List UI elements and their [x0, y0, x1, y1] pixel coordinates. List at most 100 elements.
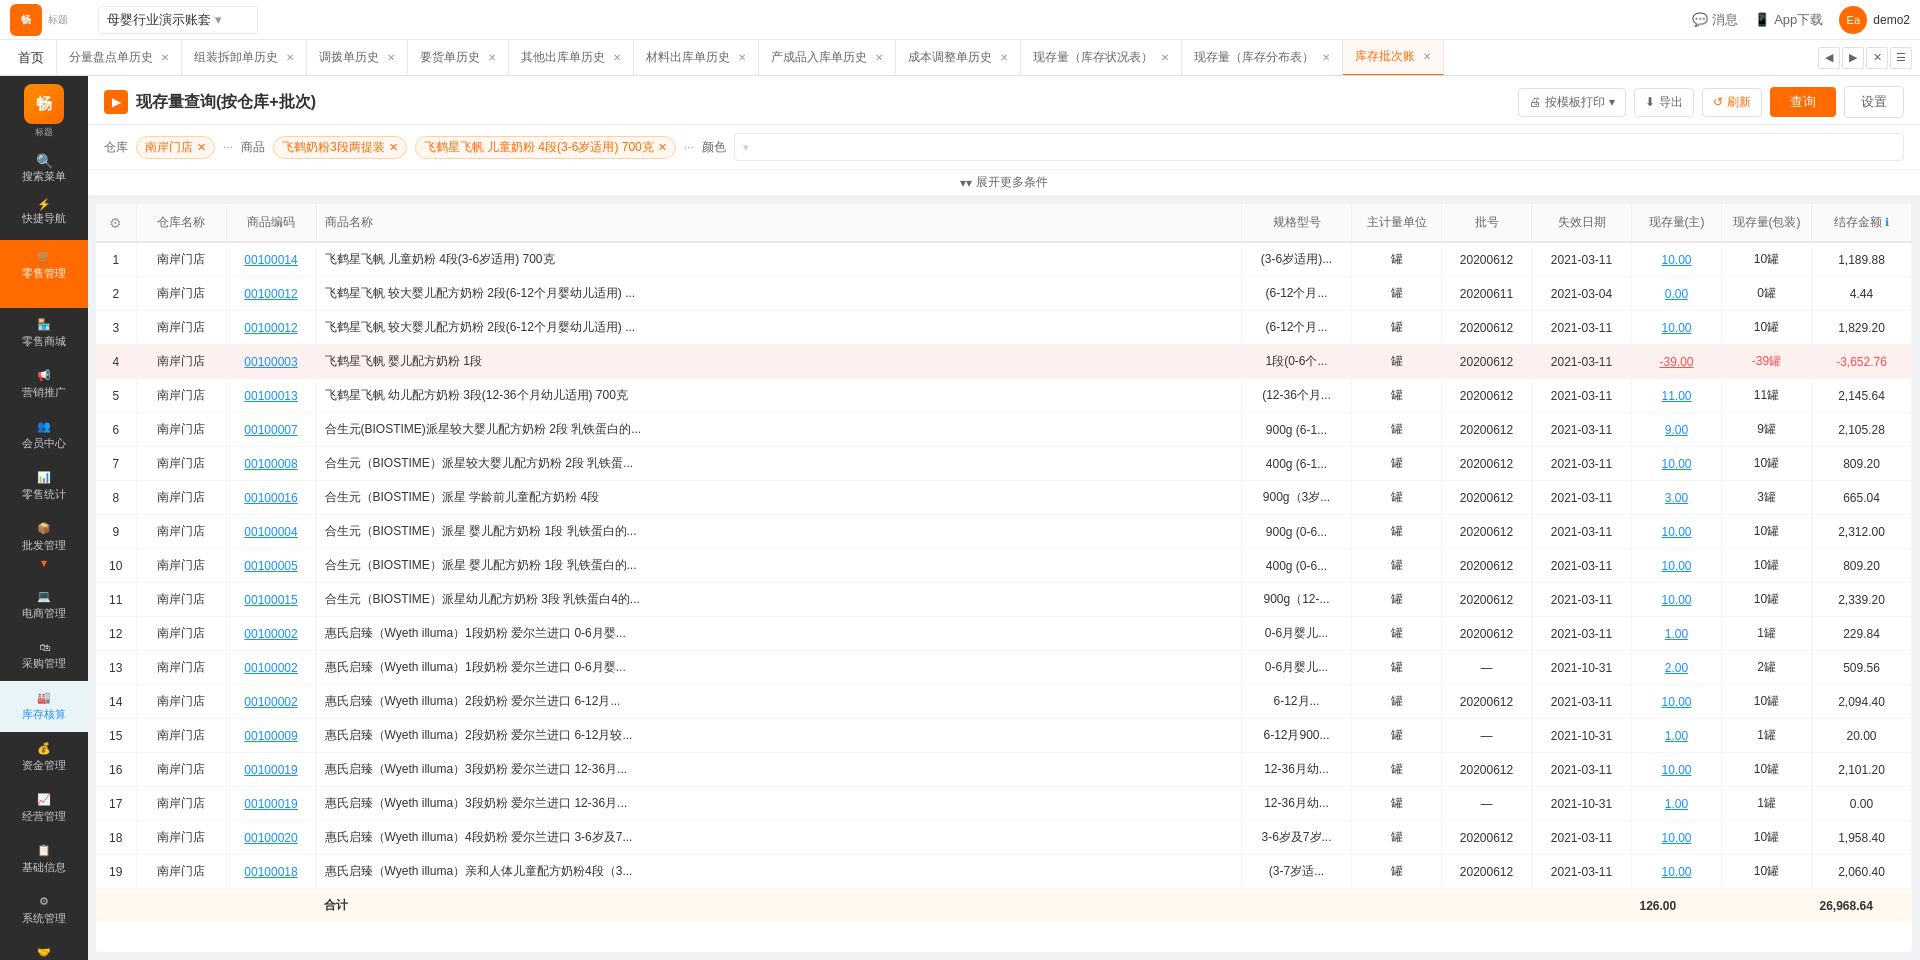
tab-3[interactable]: 要货单历史 ✕ — [408, 40, 509, 76]
cell-name[interactable]: 惠氏启臻（Wyeth illuma）3段奶粉 爱尔兰进口 12-36月... — [316, 787, 1242, 821]
expand-more-conditions-btn[interactable]: ▾▾ 展开更多条件 — [960, 174, 1048, 191]
sidebar-item-member[interactable]: 👥 会员中心 — [0, 410, 88, 461]
quick-nav-btn[interactable]: ⚡ 快捷导航 — [22, 192, 66, 232]
sidebar-item-retail-mall[interactable]: 🏪 零售商城 — [0, 308, 88, 359]
cell-stock-main[interactable]: -39.00 — [1632, 345, 1722, 379]
cell-code[interactable]: 00100012 — [226, 277, 316, 311]
tab-prev-btn[interactable]: ◀ — [1818, 47, 1840, 69]
cell-name[interactable]: 飞鹤星飞帆 幼儿配方奶粉 3段(12-36个月幼儿适用) 700克 — [316, 379, 1242, 413]
tab-4[interactable]: 其他出库单历史 ✕ — [509, 40, 634, 76]
refresh-btn[interactable]: ↺ 刷新 — [1702, 88, 1762, 117]
cell-stock-main[interactable]: 10.00 — [1632, 821, 1722, 855]
warehouse-filter-tag[interactable]: 南岸门店 ✕ — [136, 136, 215, 159]
tab-7-close[interactable]: ✕ — [1000, 52, 1008, 63]
table-row[interactable]: 12南岸门店00100002惠氏启臻（Wyeth illuma）1段奶粉 爱尔兰… — [96, 617, 1912, 651]
tab-5[interactable]: 材料出库单历史 ✕ — [634, 40, 759, 76]
sidebar-item-retail-stat[interactable]: 📊 零售统计 — [0, 461, 88, 512]
tab-9[interactable]: 现存量（库存分布表） ✕ — [1182, 40, 1343, 76]
expand-sidebar-btn[interactable]: ▶ — [104, 90, 128, 114]
sidebar-item-system[interactable]: ⚙ 系统管理 — [0, 885, 88, 936]
tab-2[interactable]: 调拨单历史 ✕ — [307, 40, 408, 76]
tab-10[interactable]: 库存批次账 ✕ — [1343, 40, 1444, 76]
setting-btn[interactable]: 设置 — [1844, 86, 1904, 118]
cell-stock-main[interactable]: 1.00 — [1632, 787, 1722, 821]
table-row[interactable]: 11南岸门店00100015合生元（BIOSTIME）派星幼儿配方奶粉 3段 乳… — [96, 583, 1912, 617]
cell-code[interactable]: 00100007 — [226, 413, 316, 447]
cell-stock-main[interactable]: 11.00 — [1632, 379, 1722, 413]
goods-tag-0-close[interactable]: ✕ — [389, 141, 398, 154]
tab-close-btn[interactable]: ✕ — [1866, 47, 1888, 69]
cell-stock-main[interactable]: 10.00 — [1632, 685, 1722, 719]
cell-stock-main[interactable]: 10.00 — [1632, 583, 1722, 617]
cell-code[interactable]: 00100009 — [226, 719, 316, 753]
cell-stock-main[interactable]: 10.00 — [1632, 753, 1722, 787]
cell-name[interactable]: 惠氏启臻（Wyeth illuma）2段奶粉 爱尔兰进口 6-12月较... — [316, 719, 1242, 753]
table-row[interactable]: 15南岸门店00100009惠氏启臻（Wyeth illuma）2段奶粉 爱尔兰… — [96, 719, 1912, 753]
table-row[interactable]: 13南岸门店00100002惠氏启臻（Wyeth illuma）1段奶粉 爱尔兰… — [96, 651, 1912, 685]
user-area[interactable]: Ea demo2 — [1839, 6, 1910, 34]
cell-name[interactable]: 合生元（BIOSTIME）派星较大婴儿配方奶粉 2段 乳铁蛋... — [316, 447, 1242, 481]
cell-name[interactable]: 合生元（BIOSTIME）派星幼儿配方奶粉 3段 乳铁蛋白4的... — [316, 583, 1242, 617]
company-select[interactable]: 母婴行业演示账套 ▾ — [98, 6, 258, 34]
table-row[interactable]: 9南岸门店00100004合生元（BIOSTIME）派星 婴儿配方奶粉 1段 乳… — [96, 515, 1912, 549]
cell-code[interactable]: 00100015 — [226, 583, 316, 617]
table-row[interactable]: 6南岸门店00100007合生元(BIOSTIME)派星较大婴儿配方奶粉 2段 … — [96, 413, 1912, 447]
table-row[interactable]: 3南岸门店00100012飞鹤星飞帆 较大婴儿配方奶粉 2段(6-12个月婴幼儿… — [96, 311, 1912, 345]
tab-0[interactable]: 分量盘点单历史 ✕ — [57, 40, 182, 76]
cell-name[interactable]: 合生元(BIOSTIME)派星较大婴儿配方奶粉 2段 乳铁蛋白的... — [316, 413, 1242, 447]
sidebar-item-collab[interactable]: 🤝 企业协同 — [0, 936, 88, 960]
cell-name[interactable]: 惠氏启臻（Wyeth illuma）1段奶粉 爱尔兰进口 0-6月婴... — [316, 617, 1242, 651]
goods-filter-tag-0[interactable]: 飞鹤奶粉3段两提装 ✕ — [273, 136, 407, 159]
cell-stock-main[interactable]: 1.00 — [1632, 719, 1722, 753]
cell-code[interactable]: 00100004 — [226, 515, 316, 549]
tab-1-close[interactable]: ✕ — [286, 52, 294, 63]
cell-code[interactable]: 00100016 — [226, 481, 316, 515]
query-btn[interactable]: 查询 — [1770, 87, 1836, 117]
cell-stock-main[interactable]: 10.00 — [1632, 447, 1722, 481]
table-row[interactable]: 8南岸门店00100016合生元（BIOSTIME）派星 学龄前儿童配方奶粉 4… — [96, 481, 1912, 515]
cell-code[interactable]: 00100005 — [226, 549, 316, 583]
cell-name[interactable]: 惠氏启臻（Wyeth illuma）1段奶粉 爱尔兰进口 0-6月婴... — [316, 651, 1242, 685]
tab-0-close[interactable]: ✕ — [161, 52, 169, 63]
cell-code[interactable]: 00100020 — [226, 821, 316, 855]
cell-stock-main[interactable]: 3.00 — [1632, 481, 1722, 515]
cell-name[interactable]: 惠氏启臻（Wyeth illuma）4段奶粉 爱尔兰进口 3-6岁及7... — [316, 821, 1242, 855]
warehouse-tag-close[interactable]: ✕ — [197, 141, 206, 154]
cell-code[interactable]: 00100018 — [226, 855, 316, 889]
table-row[interactable]: 5南岸门店00100013飞鹤星飞帆 幼儿配方奶粉 3段(12-36个月幼儿适用… — [96, 379, 1912, 413]
cell-code[interactable]: 00100019 — [226, 787, 316, 821]
cell-code[interactable]: 00100003 — [226, 345, 316, 379]
tab-next-btn[interactable]: ▶ — [1842, 47, 1864, 69]
tab-menu-btn[interactable]: ☰ — [1890, 47, 1912, 69]
sidebar-item-marketing[interactable]: 📢 营销推广 — [0, 359, 88, 410]
cell-code[interactable]: 00100012 — [226, 311, 316, 345]
cell-code[interactable]: 00100019 — [226, 753, 316, 787]
goods-filter-tag-1[interactable]: 飞鹤星飞帆 儿童奶粉 4段(3-6岁适用) 700克 ✕ — [415, 136, 676, 159]
tab-8-close[interactable]: ✕ — [1161, 52, 1169, 63]
search-menu-btn[interactable]: 🔍 搜索菜单 — [22, 147, 66, 190]
cell-name[interactable]: 合生元（BIOSTIME）派星 学龄前儿童配方奶粉 4段 — [316, 481, 1242, 515]
warehouse-filter-more[interactable]: ··· — [223, 140, 233, 154]
cell-stock-main[interactable]: 10.00 — [1632, 549, 1722, 583]
sidebar-item-ecommerce[interactable]: 💻 电商管理 — [0, 580, 88, 631]
cell-stock-main[interactable]: 1.00 — [1632, 617, 1722, 651]
cell-name[interactable]: 惠氏启臻（Wyeth illuma）2段奶粉 爱尔兰进口 6-12月... — [316, 685, 1242, 719]
table-row[interactable]: 4南岸门店00100003飞鹤星飞帆 婴儿配方奶粉 1段1段(0-6个...罐2… — [96, 345, 1912, 379]
cell-stock-main[interactable]: 0.00 — [1632, 277, 1722, 311]
table-row[interactable]: 7南岸门店00100008合生元（BIOSTIME）派星较大婴儿配方奶粉 2段 … — [96, 447, 1912, 481]
tab-9-close[interactable]: ✕ — [1322, 52, 1330, 63]
cell-stock-main[interactable]: 9.00 — [1632, 413, 1722, 447]
cell-stock-main[interactable]: 10.00 — [1632, 855, 1722, 889]
sidebar-item-purchase[interactable]: 🛍 采购管理 — [0, 631, 88, 681]
color-filter-input[interactable]: ▾ — [734, 133, 1904, 161]
cell-stock-main[interactable]: 10.00 — [1632, 515, 1722, 549]
tab-7[interactable]: 成本调整单历史 ✕ — [896, 40, 1021, 76]
cell-stock-main[interactable]: 2.00 — [1632, 651, 1722, 685]
cell-name[interactable]: 惠氏启臻（Wyeth illuma）亲和人体儿童配方奶粉4段（3... — [316, 855, 1242, 889]
tab-8[interactable]: 现存量（库存状况表） ✕ — [1021, 40, 1182, 76]
table-row[interactable]: 10南岸门店00100005合生元（BIOSTIME）派星 婴儿配方奶粉 1段 … — [96, 549, 1912, 583]
tab-6-close[interactable]: ✕ — [875, 52, 883, 63]
sidebar-item-retail-mgmt[interactable]: 🛒 零售管理 ◀ — [0, 240, 88, 308]
table-row[interactable]: 17南岸门店00100019惠氏启臻（Wyeth illuma）3段奶粉 爱尔兰… — [96, 787, 1912, 821]
sidebar-item-inventory[interactable]: 🏭 库存核算 — [0, 681, 88, 732]
